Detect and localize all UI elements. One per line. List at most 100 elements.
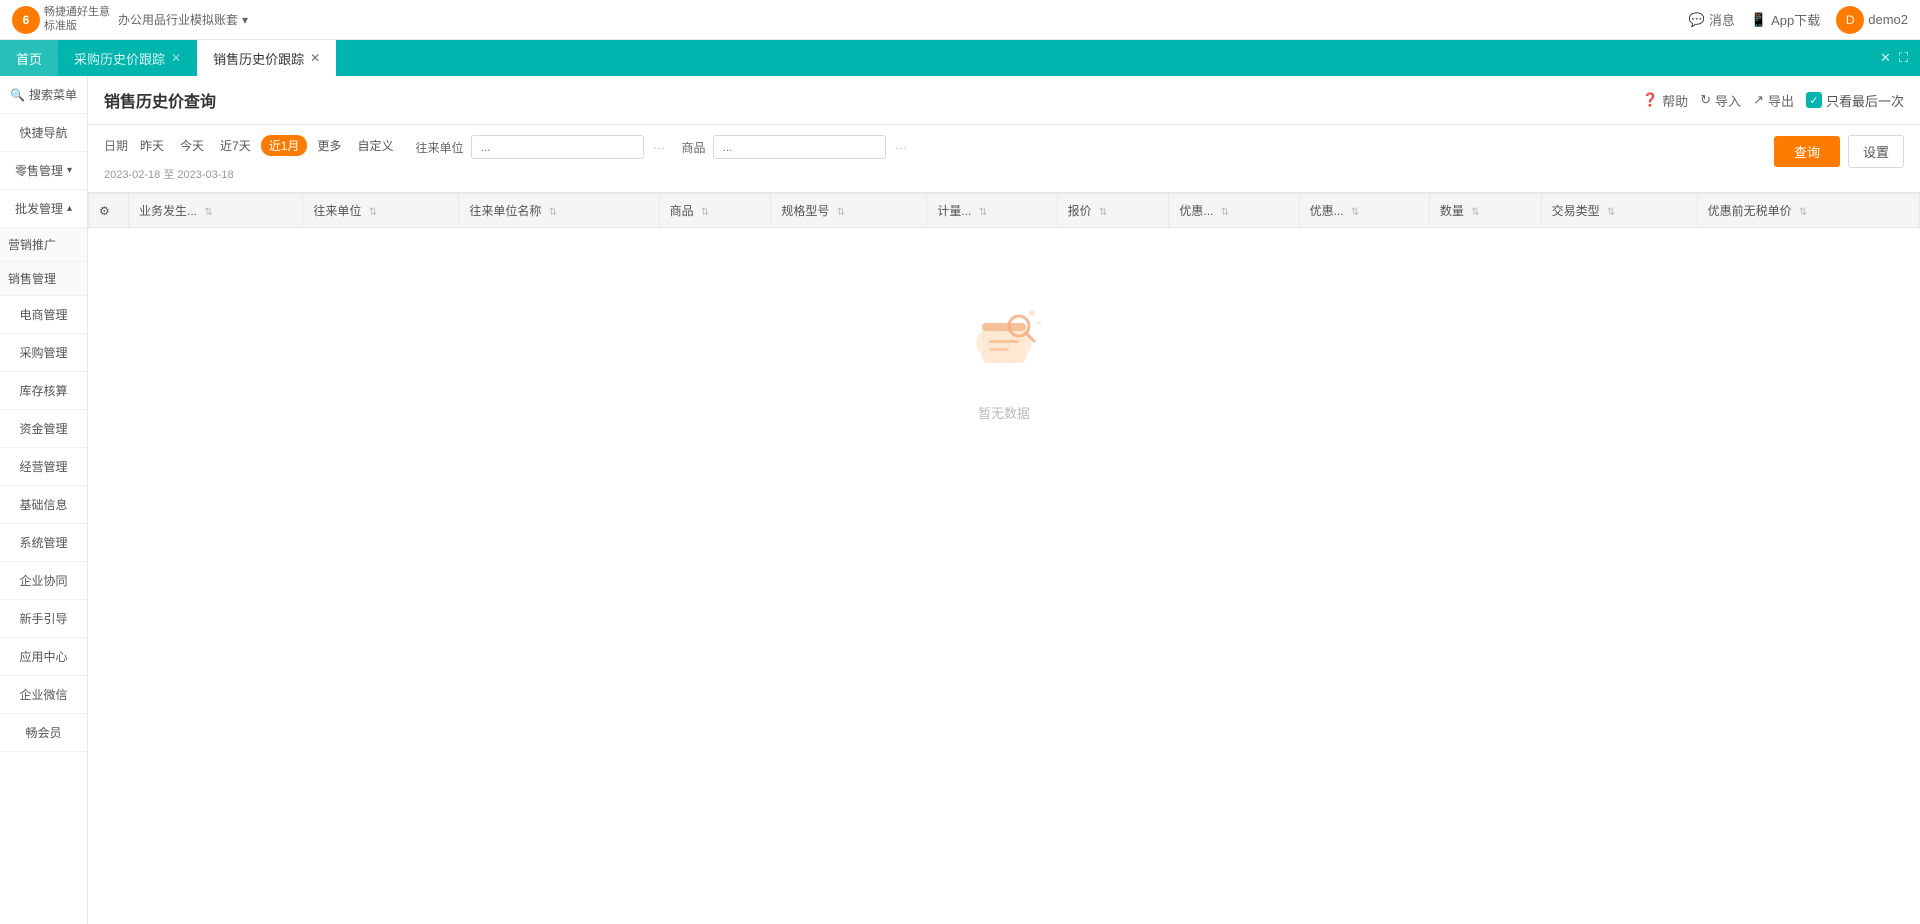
col-settings[interactable]: ⚙ <box>89 194 129 228</box>
sidebar-item-quick-nav[interactable]: 快捷导航 <box>0 114 87 152</box>
import-button[interactable]: ↻ 导入 <box>1700 91 1741 110</box>
goods-filter-group: 商品 ··· <box>681 135 907 159</box>
date-options: 昨天 今天 近7天 近1月 更多 自定义 <box>134 135 399 156</box>
table-container: ⚙ 业务发生... ⇅ 往来单位 ⇅ 往来单位名称 ⇅ 商品 ⇅ <box>88 193 1920 924</box>
col-discount1[interactable]: 优惠... ⇅ <box>1169 194 1299 228</box>
sidebar-item-app-center[interactable]: 应用中心 <box>0 638 87 676</box>
avatar: D <box>1836 6 1864 34</box>
counterpart-picker-icon[interactable]: ··· <box>652 140 665 155</box>
sort-icon: ⇅ <box>1351 207 1359 218</box>
col-goods[interactable]: 商品 ⇅ <box>659 194 771 228</box>
chevron-down-icon: ▾ <box>67 165 72 176</box>
sidebar-item-sales-mgmt[interactable]: 销售管理 <box>0 262 87 296</box>
top-bar-right: 💬 消息 📱 App下载 D demo2 <box>1689 6 1908 34</box>
date-option-yesterday[interactable]: 昨天 <box>134 135 170 156</box>
sort-icon: ⇅ <box>979 207 987 218</box>
message-button[interactable]: 💬 消息 <box>1689 10 1735 29</box>
page-header: 销售历史价查询 ❓ 帮助 ↻ 导入 ↗ 导出 ✓ <box>88 76 1920 125</box>
sidebar-item-member[interactable]: 畅会员 <box>0 714 87 752</box>
settings-button[interactable]: 设置 <box>1848 135 1904 168</box>
chevron-down-icon: ▾ <box>242 13 248 27</box>
page-title: 销售历史价查询 <box>104 88 216 112</box>
maximize-icon[interactable]: ⛶ <box>1899 50 1908 66</box>
filter-actions: 查询 设置 <box>1774 135 1904 168</box>
download-icon: 📱 <box>1751 12 1767 28</box>
sidebar-item-inventory[interactable]: 库存核算 <box>0 372 87 410</box>
help-button[interactable]: ❓ 帮助 <box>1642 91 1688 110</box>
sidebar-item-system-mgmt[interactable]: 系统管理 <box>0 524 87 562</box>
search-icon: 🔍 <box>10 88 25 102</box>
close-window-icon[interactable]: ✕ <box>1880 50 1891 66</box>
date-label: 日期 <box>104 137 128 154</box>
date-filter-group: 日期 昨天 今天 近7天 近1月 更多 自定义 2023-02-18 至 202… <box>104 135 399 182</box>
logo-icon: 6 <box>12 6 40 34</box>
date-range-display: 2023-02-18 至 2023-03-18 <box>104 166 234 182</box>
workspace-selector[interactable]: 办公用品行业模拟账套 ▾ <box>118 11 248 28</box>
chevron-up-icon: ▴ <box>67 203 72 214</box>
sidebar-item-retail-mgmt[interactable]: 零售管理 ▾ <box>0 152 87 190</box>
col-discount2[interactable]: 优惠... ⇅ <box>1299 194 1429 228</box>
sort-icon: ⇅ <box>1607 207 1615 218</box>
date-option-custom[interactable]: 自定义 <box>351 135 399 156</box>
date-option-today[interactable]: 今天 <box>174 135 210 156</box>
sidebar-item-marketing[interactable]: 营销推广 <box>0 228 87 262</box>
col-pre-discount-price[interactable]: 优惠前无税单价 ⇅ <box>1697 194 1919 228</box>
counterpart-input[interactable] <box>471 135 644 159</box>
sidebar-item-ecommerce-mgmt[interactable]: 电商管理 <box>0 296 87 334</box>
tab-close-sales[interactable]: ✕ <box>310 51 320 65</box>
tab-close-purchase[interactable]: ✕ <box>171 51 181 65</box>
sidebar-item-enterprise-wechat[interactable]: 企业微信 <box>0 676 87 714</box>
sort-icon: ⇅ <box>204 207 212 218</box>
only-latest-toggle[interactable]: ✓ 只看最后一次 <box>1806 91 1904 110</box>
top-bar-left: 6 畅捷通好生意 标准版 办公用品行业模拟账套 ▾ <box>12 6 248 34</box>
tab-home[interactable]: 首页 <box>0 40 58 76</box>
col-counterpart-code[interactable]: 往来单位 ⇅ <box>303 194 459 228</box>
tab-sales-history[interactable]: 销售历史价跟踪 ✕ <box>197 40 336 76</box>
goods-input[interactable] <box>713 135 886 159</box>
sidebar-item-new-guide[interactable]: 新手引导 <box>0 600 87 638</box>
empty-text: 暂无数据 <box>978 403 1030 422</box>
sidebar-item-enterprise-collab[interactable]: 企业协同 <box>0 562 87 600</box>
sidebar-item-wholesale-mgmt[interactable]: 批发管理 ▴ <box>0 190 87 228</box>
query-button[interactable]: 查询 <box>1774 136 1840 167</box>
goods-label: 商品 <box>681 139 705 156</box>
app-download-button[interactable]: 📱 App下载 <box>1751 10 1820 29</box>
col-quantity[interactable]: 数量 ⇅ <box>1429 194 1541 228</box>
sort-icon: ⇅ <box>1471 207 1479 218</box>
counterpart-label: 往来单位 <box>415 139 463 156</box>
sort-icon: ⇅ <box>549 207 557 218</box>
empty-state: 暂无数据 <box>88 228 1920 482</box>
col-biz-date[interactable]: 业务发生... ⇅ <box>129 194 303 228</box>
goods-picker-icon[interactable]: ··· <box>894 140 907 155</box>
sidebar-item-finance-mgmt[interactable]: 资金管理 <box>0 410 87 448</box>
settings-icon: ⚙ <box>99 204 110 218</box>
col-quote-price[interactable]: 报价 ⇅ <box>1057 194 1169 228</box>
filter-bar: 日期 昨天 今天 近7天 近1月 更多 自定义 2023-02-18 至 202… <box>88 125 1920 193</box>
col-counterpart-name[interactable]: 往来单位名称 ⇅ <box>459 194 659 228</box>
sidebar-item-ops-mgmt[interactable]: 经营管理 <box>0 448 87 486</box>
import-icon: ↻ <box>1700 92 1711 108</box>
col-unit[interactable]: 计量... ⇅ <box>927 194 1057 228</box>
date-option-more[interactable]: 更多 <box>311 135 347 156</box>
user-menu[interactable]: D demo2 <box>1836 6 1908 34</box>
date-option-last7days[interactable]: 近7天 <box>214 135 257 156</box>
logo-text: 畅捷通好生意 标准版 <box>44 6 110 32</box>
sort-icon: ⇅ <box>1221 207 1229 218</box>
tab-bar-right: ✕ ⛶ <box>1868 50 1920 66</box>
sidebar-item-search-menu[interactable]: 🔍 搜索菜单 <box>0 76 87 114</box>
logo-area: 6 畅捷通好生意 标准版 <box>12 6 110 34</box>
message-icon: 💬 <box>1689 12 1705 28</box>
tab-bar: 首页 采购历史价跟踪 ✕ 销售历史价跟踪 ✕ ✕ ⛶ <box>0 40 1920 76</box>
checkbox-icon: ✓ <box>1806 92 1822 108</box>
empty-illustration <box>954 288 1054 391</box>
page-title-row: 销售历史价查询 ❓ 帮助 ↻ 导入 ↗ 导出 ✓ <box>104 88 1904 112</box>
col-spec[interactable]: 规格型号 ⇅ <box>771 194 927 228</box>
col-trade-type[interactable]: 交易类型 ⇅ <box>1541 194 1697 228</box>
sidebar-item-basic-info[interactable]: 基础信息 <box>0 486 87 524</box>
export-button[interactable]: ↗ 导出 <box>1753 91 1794 110</box>
tab-purchase-history[interactable]: 采购历史价跟踪 ✕ <box>58 40 197 76</box>
sidebar-item-purchase-mgmt[interactable]: 采购管理 <box>0 334 87 372</box>
date-option-last1month[interactable]: 近1月 <box>261 135 308 156</box>
sort-icon: ⇅ <box>837 207 845 218</box>
page-actions: ❓ 帮助 ↻ 导入 ↗ 导出 ✓ 只看最后一次 <box>1642 91 1904 110</box>
